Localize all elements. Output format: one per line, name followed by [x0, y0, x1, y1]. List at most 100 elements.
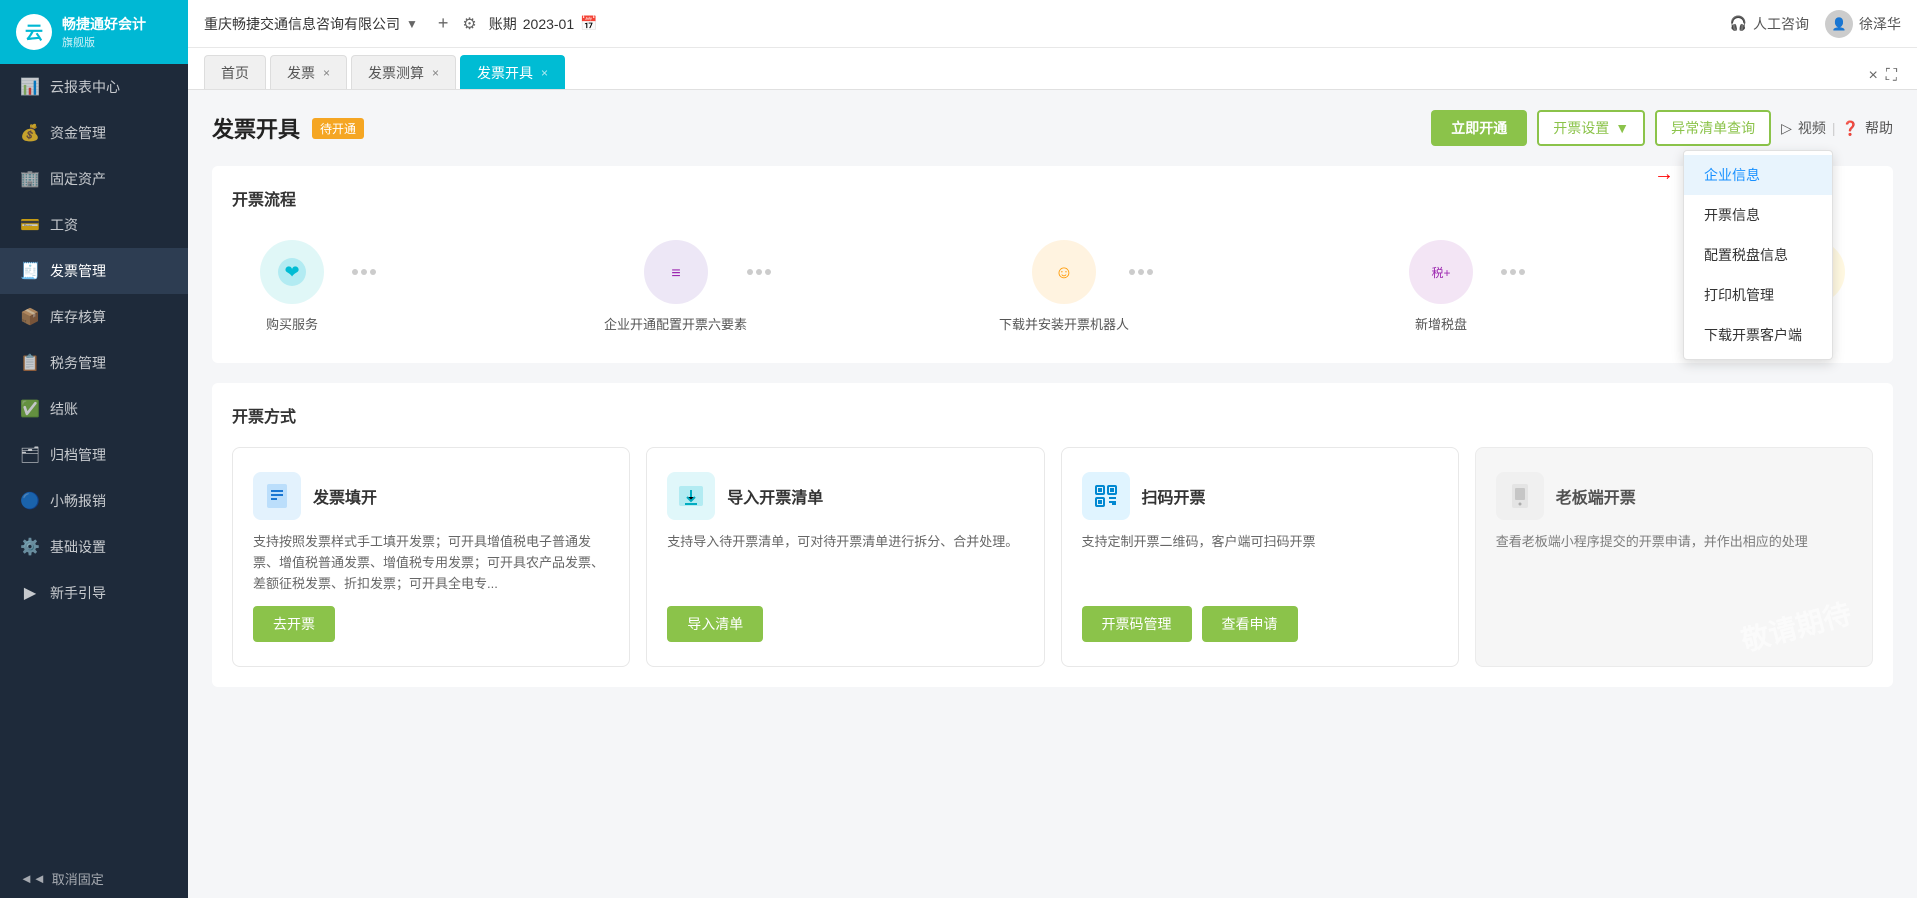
sidebar-icon-jiezhang: ✅: [20, 399, 40, 419]
tab-home[interactable]: 首页: [204, 55, 266, 89]
method-scan-header: 扫码开票: [1082, 472, 1438, 520]
logo-icon: 云: [16, 14, 52, 50]
sidebar-label-zijin: 资金管理: [50, 123, 106, 143]
svg-text:☺: ☺: [1055, 262, 1073, 282]
dropdown-item-kaipiainfo[interactable]: 开票信息: [1684, 195, 1832, 235]
tab-expand-button[interactable]: ⛶: [1882, 63, 1901, 89]
method-cards: 发票填开 支持按照发票样式手工填开发票；可开具增值税电子普通发票、增值税普通发票…: [232, 447, 1873, 667]
sidebar-item-shuiwu[interactable]: 📋 税务管理: [0, 340, 188, 386]
flow-step-buy: ❤ 购买服务: [232, 240, 352, 333]
tab-fapiao-close-icon[interactable]: ×: [323, 66, 330, 80]
method-import-desc: 支持导入待开票清单，可对待开票清单进行拆分、合并处理。: [667, 532, 1023, 594]
settings-label: 开票设置: [1553, 118, 1609, 138]
sidebar-item-jiezhang[interactable]: ✅ 结账: [0, 386, 188, 432]
topbar-actions: + ⚙: [438, 13, 477, 34]
sidebar-icon-xiaochang: 🔵: [20, 491, 40, 511]
tab-fapiaosuan-close-icon[interactable]: ×: [432, 66, 439, 80]
sidebar-cancel-pin: 取消固定: [52, 869, 104, 888]
dropdown-item-peizhi[interactable]: 配置税盘信息: [1684, 235, 1832, 275]
service-button[interactable]: 🎧 人工咨询: [1730, 14, 1809, 34]
sidebar-item-kucun[interactable]: 📦 库存核算: [0, 294, 188, 340]
help-label: 帮助: [1865, 118, 1893, 138]
flow-section: 开票流程 ❤ 购买服务: [212, 166, 1893, 363]
logo-subtitle: 旗舰版: [62, 34, 146, 50]
sidebar-label-kucun: 库存核算: [50, 307, 106, 327]
sidebar-item-xinshou[interactable]: ▶ 新手引导: [0, 570, 188, 616]
settings-button[interactable]: ⚙: [462, 14, 476, 34]
sidebar-icon-gudingzichan: 🏢: [20, 169, 40, 189]
play-icon: ▷: [1781, 120, 1792, 137]
sidebar-bottom-action[interactable]: ◄◄ 取消固定: [0, 859, 188, 898]
dropdown-item-dayinji[interactable]: 打印机管理: [1684, 275, 1832, 315]
top-bar: 重庆畅捷交通信息咨询有限公司 ▼ + ⚙ 账期 2023-01 📅 🎧 人工咨询…: [188, 0, 1917, 48]
step-label-download: 下载并安装开票机器人: [999, 314, 1129, 333]
method-fill-button[interactable]: 去开票: [253, 606, 335, 642]
flow-step-download: ☺ 下载并安装开票机器人: [999, 240, 1129, 333]
tab-fapiaokaiju[interactable]: 发票开具 ×: [460, 55, 565, 89]
page-content: 发票开具 待开通 立即开通 开票设置 ▼ → 企业信息: [188, 90, 1917, 898]
sidebar-label-guidang: 归档管理: [50, 445, 106, 465]
flow-connector-2: [747, 269, 999, 275]
sidebar-item-gudingzichan[interactable]: 🏢 固定资产: [0, 156, 188, 202]
method-scan-button2[interactable]: 查看申请: [1202, 606, 1298, 642]
method-fill-icon: [253, 472, 301, 520]
method-import-header: 导入开票清单: [667, 472, 1023, 520]
tab-fapiaosuan-label: 发票测算: [368, 63, 424, 83]
method-card-scan: 扫码开票 支持定制开票二维码，客户端可扫码开票 开票码管理 查看申请: [1061, 447, 1459, 667]
abnormal-button[interactable]: 异常清单查询: [1655, 110, 1771, 146]
sidebar-label-yunbao: 云报表中心: [50, 77, 120, 97]
sidebar-icon-xinshou: ▶: [20, 583, 40, 603]
step-icon-tax: 税+: [1409, 240, 1473, 304]
dropdown-item-xiazai[interactable]: 下载开票客户端: [1684, 315, 1832, 355]
sidebar-logo: 云 畅捷通好会计 旗舰版: [0, 0, 188, 64]
video-help-button[interactable]: ▷ 视频 | ❓ 帮助: [1781, 118, 1893, 138]
method-scan-button1[interactable]: 开票码管理: [1082, 606, 1192, 642]
headset-icon: 🎧: [1730, 15, 1747, 32]
sidebar-item-zijin[interactable]: 💰 资金管理: [0, 110, 188, 156]
step-icon-config: ≡: [644, 240, 708, 304]
add-button[interactable]: +: [438, 13, 449, 34]
company-selector[interactable]: 重庆畅捷交通信息咨询有限公司 ▼: [204, 14, 418, 34]
logo-title: 畅捷通好会计: [62, 14, 146, 34]
service-label: 人工咨询: [1753, 14, 1809, 34]
svg-text:❤: ❤: [284, 262, 299, 282]
tab-fapiaosuan[interactable]: 发票测算 ×: [351, 55, 456, 89]
period-info: 账期 2023-01 📅: [489, 14, 598, 34]
sidebar-item-fapiao[interactable]: 🧾 发票管理: [0, 248, 188, 294]
tab-home-label: 首页: [221, 63, 249, 83]
tab-fapiao[interactable]: 发票 ×: [270, 55, 347, 89]
calendar-icon[interactable]: 📅: [580, 15, 597, 32]
method-import-icon: [667, 472, 715, 520]
sidebar-label-xinshou: 新手引导: [50, 583, 106, 603]
sidebar-item-gongzi[interactable]: 💳 工资: [0, 202, 188, 248]
flow-step-config: ≡ 企业开通配置开票六要素: [604, 240, 747, 333]
method-scan-title: 扫码开票: [1142, 484, 1206, 508]
sidebar-icon-yunbao: 📊: [20, 77, 40, 97]
sidebar-label-fapiao: 发票管理: [50, 261, 106, 281]
sidebar-item-jichu[interactable]: ⚙️ 基础设置: [0, 524, 188, 570]
step-label-tax: 新增税盘: [1415, 314, 1467, 333]
tab-fapiao-label: 发票: [287, 63, 315, 83]
settings-button[interactable]: 开票设置 ▼: [1537, 110, 1645, 146]
activate-button[interactable]: 立即开通: [1431, 110, 1527, 146]
method-import-button[interactable]: 导入清单: [667, 606, 763, 642]
tab-bar: 首页 发票 × 发票测算 × 发票开具 × × ⛶: [188, 48, 1917, 90]
method-scan-icon: [1082, 472, 1130, 520]
method-boss-header: 老板端开票: [1496, 472, 1852, 520]
sidebar-item-yunbao[interactable]: 📊 云报表中心: [0, 64, 188, 110]
method-card-fill: 发票填开 支持按照发票样式手工填开发票；可开具增值税电子普通发票、增值税普通发票…: [232, 447, 630, 667]
tab-fapiaokaiju-close-icon[interactable]: ×: [541, 66, 548, 80]
tab-close-all-button[interactable]: ×: [1864, 63, 1881, 89]
methods-section-title: 开票方式: [232, 403, 1873, 427]
settings-chevron-icon: ▼: [1615, 120, 1629, 136]
flow-connector-3: [1129, 269, 1381, 275]
dropdown-item-qiyeinfo[interactable]: 企业信息: [1684, 155, 1832, 195]
sidebar-icon-jichu: ⚙️: [20, 537, 40, 557]
pin-icon: ◄◄: [20, 871, 46, 886]
sidebar-item-guidang[interactable]: 🗂 归档管理: [0, 432, 188, 478]
tab-bar-end: × ⛶: [1864, 63, 1901, 89]
sidebar-label-jiezhang: 结账: [50, 399, 78, 419]
sidebar-label-xiaochang: 小畅报销: [50, 491, 106, 511]
sidebar-item-xiaochang[interactable]: 🔵 小畅报销: [0, 478, 188, 524]
user-info[interactable]: 👤 徐泽华: [1825, 10, 1901, 38]
